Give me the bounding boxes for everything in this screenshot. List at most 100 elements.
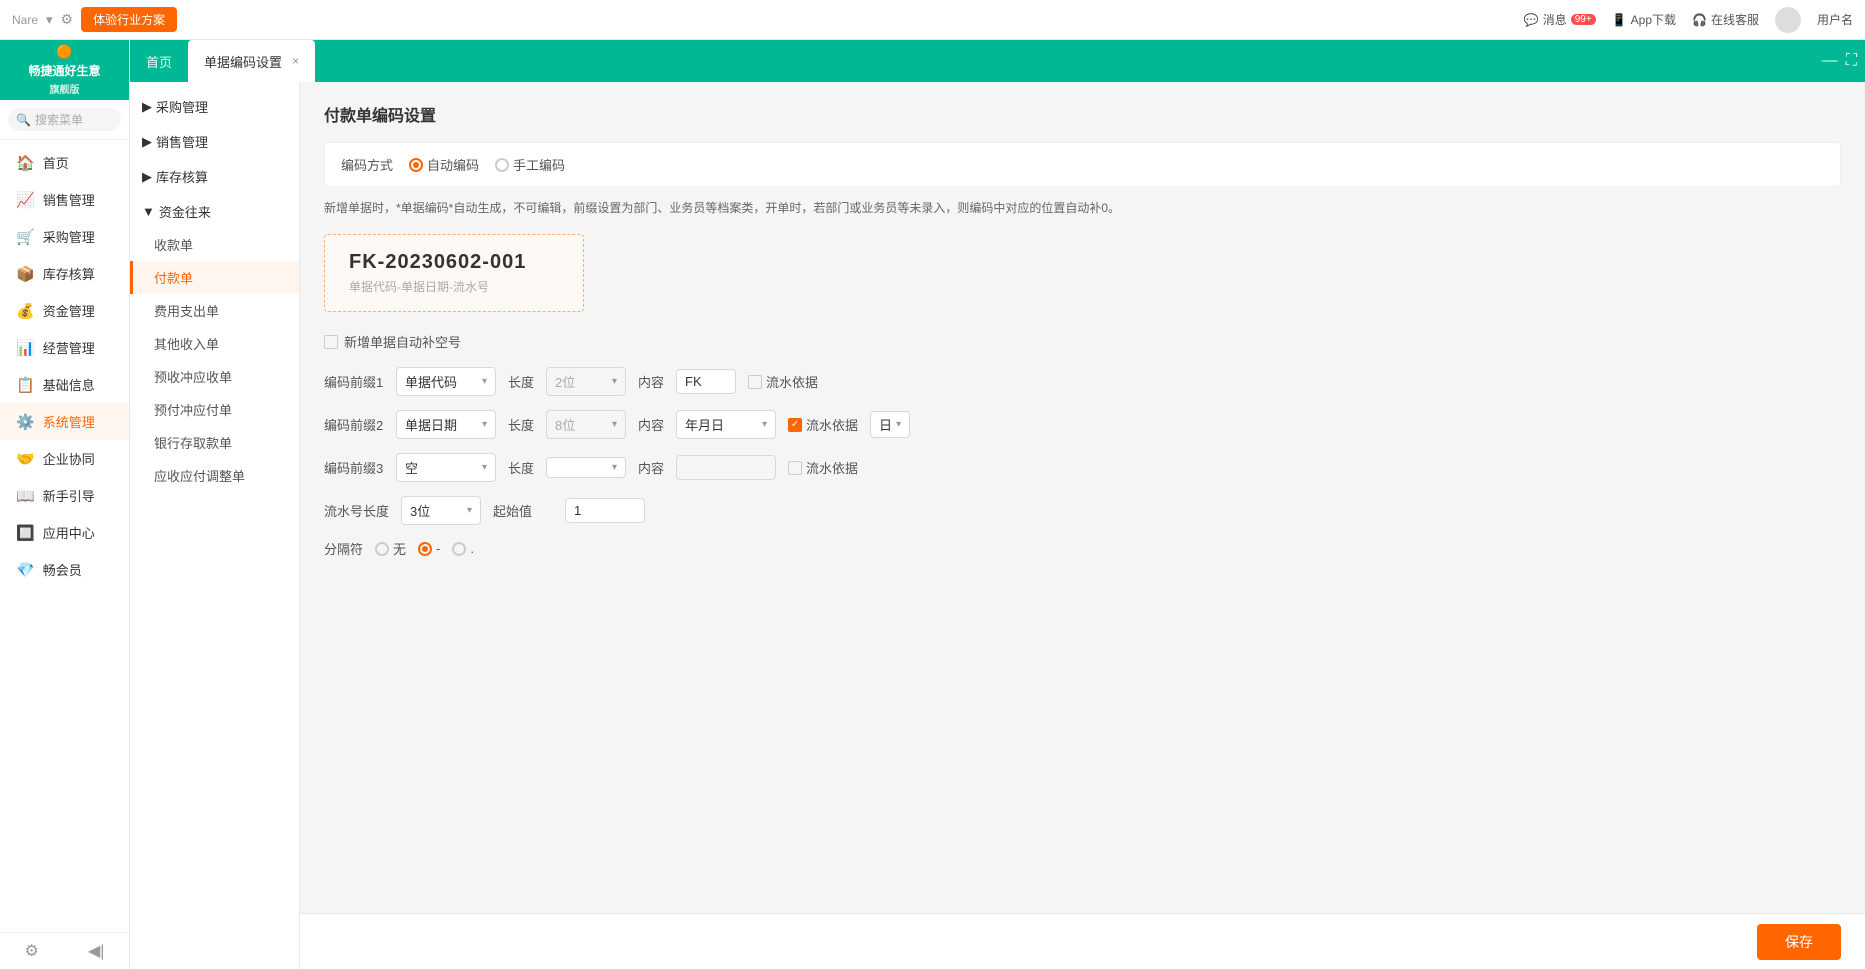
prefix3-chevron: ▾ [482, 462, 487, 473]
sidebar-item-finance[interactable]: 💰 资金管理 [0, 292, 129, 329]
sidebar-item-system[interactable]: ⚙️ 系统管理 [0, 403, 129, 440]
tab-home[interactable]: 首页 [130, 40, 188, 82]
new-fill-label: 新增单据自动补空号 [344, 332, 461, 351]
sidebar-bottom: ⚙ ◀| [0, 932, 129, 969]
chevron-right-icon: ▶ [142, 169, 152, 185]
auto-encode-option[interactable]: 自动编码 [409, 155, 479, 174]
settings-icon[interactable]: ⚙ [61, 11, 74, 28]
company-name: Nare [12, 13, 38, 27]
group-purchase-title[interactable]: ▶ 采购管理 [130, 90, 299, 123]
info-text: 新增单据时，*单据编码*自动生成，不可编辑，前缀设置为部门、业务员等档案类，开单… [324, 199, 1841, 218]
sub-item-advance-receipt[interactable]: 预收冲应收单 [130, 360, 299, 393]
search-inner[interactable]: 🔍 搜索菜单 [8, 108, 121, 131]
tab-encode-settings[interactable]: 单据编码设置 × [188, 40, 315, 82]
manual-encode-option[interactable]: 手工编码 [495, 155, 565, 174]
sep-dash-radio[interactable] [418, 542, 432, 556]
serial-length-row: 流水号长度 3位 ▾ 起始值 [324, 496, 1841, 525]
sub-item-advance-payment[interactable]: 预付冲应付单 [130, 393, 299, 426]
prefix3-select[interactable]: 空 ▾ [396, 453, 496, 482]
sub-item-payment[interactable]: 付款单 [130, 261, 299, 294]
auto-encode-radio[interactable] [409, 158, 423, 172]
save-button[interactable]: 保存 [1757, 924, 1841, 960]
tabs-right: — ⛶ [1822, 52, 1865, 70]
sidebar-item-purchase[interactable]: 🛒 采购管理 [0, 218, 129, 255]
sub-item-other-income[interactable]: 其他收入单 [130, 327, 299, 360]
chevron-right-icon: ▶ [142, 99, 152, 115]
content3-input [676, 455, 776, 480]
group-finance-title[interactable]: ▼ 资金往来 [130, 195, 299, 228]
experience-button[interactable]: 体验行业方案 [81, 7, 177, 32]
length3-select[interactable]: ▾ [546, 457, 626, 478]
sep-dot-option[interactable]: . [452, 541, 474, 556]
tab-close-icon[interactable]: × [292, 54, 299, 68]
serial2-checkbox[interactable]: ✓ [788, 418, 802, 432]
sub-item-bank[interactable]: 银行存取款单 [130, 426, 299, 459]
online-service-group[interactable]: 🎧 在线客服 [1692, 11, 1759, 28]
headset-icon: 🎧 [1692, 13, 1707, 27]
sidebar-item-guide[interactable]: 📖 新手引导 [0, 477, 129, 514]
config-row-3: 编码前缀3 空 ▾ 长度 ▾ 内容 [324, 453, 1841, 482]
start-value-input[interactable] [565, 498, 645, 523]
manual-encode-radio[interactable] [495, 158, 509, 172]
sidebar-item-inventory[interactable]: 📦 库存核算 [0, 255, 129, 292]
content2-select[interactable]: 年月日 ▾ [676, 410, 776, 439]
prefix3-label: 编码前缀3 [324, 458, 384, 477]
auto-encode-label: 自动编码 [427, 155, 479, 174]
message-icon-group[interactable]: 💬 消息 99+ [1524, 11, 1596, 28]
sep-none-radio[interactable] [375, 542, 389, 556]
top-bar-right: 💬 消息 99+ 📱 App下载 🎧 在线客服 用户名 [1524, 7, 1853, 33]
sidebar-item-base[interactable]: 📋 基础信息 [0, 366, 129, 403]
maximize-icon[interactable]: ⛶ [1846, 52, 1857, 70]
serial1-checkbox[interactable] [748, 375, 762, 389]
enterprise-icon: 🤝 [16, 450, 35, 468]
sidebar-search[interactable]: 🔍 搜索菜单 [0, 100, 129, 140]
prefix2-chevron: ▾ [482, 419, 487, 430]
prefix1-label: 编码前缀1 [324, 372, 384, 391]
sep-dot-radio[interactable] [452, 542, 466, 556]
sidebar-item-operations[interactable]: 📊 经营管理 [0, 329, 129, 366]
day-value: 日 [879, 415, 892, 434]
day-select[interactable]: 日 ▾ [870, 411, 910, 438]
finance-icon: 💰 [16, 302, 35, 320]
sep-none-option[interactable]: 无 [375, 539, 406, 558]
group-sales-title[interactable]: ▶ 销售管理 [130, 125, 299, 158]
sub-item-adjust[interactable]: 应收应付调整单 [130, 459, 299, 492]
new-fill-checkbox[interactable] [324, 335, 338, 349]
group-label: 销售管理 [156, 132, 208, 151]
sep-dot-label: . [470, 541, 474, 556]
sub-item-receipt[interactable]: 收款单 [130, 228, 299, 261]
day-chevron: ▾ [896, 419, 901, 430]
serial-length-select[interactable]: 3位 ▾ [401, 496, 481, 525]
length1-chevron: ▾ [612, 376, 617, 387]
sidebar-item-home[interactable]: 🏠 首页 [0, 144, 129, 181]
sidebar-item-apps[interactable]: 🔲 应用中心 [0, 514, 129, 551]
code-example-main: FK-20230602-001 [349, 251, 559, 274]
minimize-icon[interactable]: — [1822, 52, 1838, 70]
settings-bottom-icon[interactable]: ⚙ [25, 941, 39, 961]
logo-icon: 🟠 [56, 44, 72, 60]
app-download-group[interactable]: 📱 App下载 [1612, 11, 1676, 28]
inventory-icon: 📦 [16, 265, 35, 283]
sub-item-expense[interactable]: 费用支出单 [130, 294, 299, 327]
prefix1-select[interactable]: 单据代码 ▾ [396, 367, 496, 396]
separator-row: 分隔符 无 - . [324, 539, 1841, 558]
sidebar-nav: 🏠 首页 📈 销售管理 🛒 采购管理 📦 库存核算 💰 资金管理 📊 经 [0, 140, 129, 932]
content3-label: 内容 [638, 458, 664, 477]
content1-input[interactable] [676, 369, 736, 394]
sidebar-item-enterprise[interactable]: 🤝 企业协同 [0, 440, 129, 477]
dropdown-icon[interactable]: ▾ [46, 12, 53, 28]
main-layout: 🟠 畅捷通好生意 旗舰版 🔍 搜索菜单 🏠 首页 📈 销售管理 🛒 采购管理 [0, 40, 1865, 969]
group-inventory-title[interactable]: ▶ 库存核算 [130, 160, 299, 193]
serial-length-label: 流水号长度 [324, 501, 389, 520]
prefix2-value: 单据日期 [405, 415, 457, 434]
length2-select: 8位 ▾ [546, 410, 626, 439]
sidebar-item-member[interactable]: 💎 畅会员 [0, 551, 129, 588]
sep-dash-option[interactable]: - [418, 541, 440, 556]
prefix2-select[interactable]: 单据日期 ▾ [396, 410, 496, 439]
collapse-icon[interactable]: ◀| [88, 941, 104, 961]
right-panel: 付款单编码设置 编码方式 自动编码 手工编码 [300, 82, 1865, 969]
serial3-checkbox[interactable] [788, 461, 802, 475]
serial-length-value: 3位 [410, 501, 430, 520]
sidebar-item-sales[interactable]: 📈 销售管理 [0, 181, 129, 218]
content1-label: 内容 [638, 372, 664, 391]
